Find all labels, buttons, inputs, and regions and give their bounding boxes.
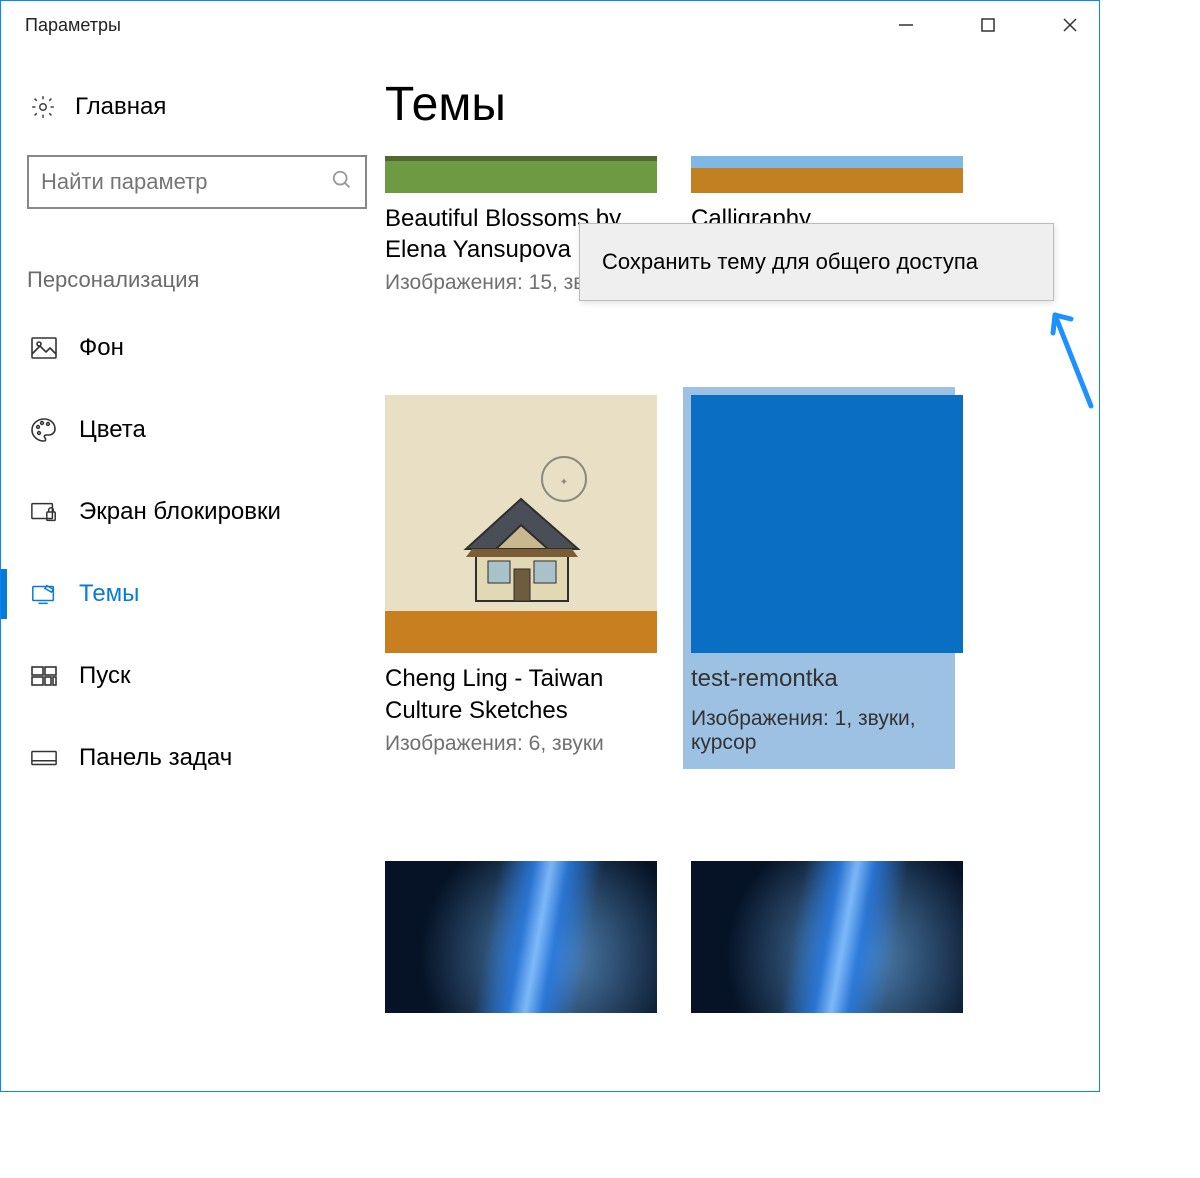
context-menu-item-save-theme[interactable]: Сохранить тему для общего доступа [602,249,978,275]
theme-card[interactable] [691,861,963,1013]
sidebar-item-themes[interactable]: Темы [1,553,379,635]
theme-card-cheng-ling[interactable]: ✦ Cheng Ling - Taiw [385,395,657,760]
sidebar-item-label: Пуск [79,662,130,690]
theme-thumbnail [385,861,657,1013]
sidebar-item-label: Фон [79,334,124,362]
sidebar-item-taskbar[interactable]: Панель задач [1,717,379,799]
sidebar-item-lockscreen[interactable]: Экран блокировки [1,471,379,553]
maximize-button[interactable] [967,9,1009,41]
search-icon [331,169,353,196]
theme-title: test-remontka [691,663,947,700]
sidebar-item-label: Панель задач [79,744,232,772]
palette-icon [29,415,59,445]
theme-thumbnail [691,156,963,193]
sidebar-item-label: Экран блокировки [79,498,281,526]
theme-card-test-remontka[interactable]: test-remontka Изображения: 1, звуки, кур… [683,387,955,768]
search-input-wrapper[interactable] [27,155,367,209]
annotation-arrow [1041,301,1101,416]
window-controls [885,9,1091,41]
theme-subtitle: Изображения: 6, звуки [385,732,657,756]
lockscreen-icon [29,497,59,527]
picture-icon [29,333,59,363]
theme-thumbnail [691,861,963,1013]
theme-thumbnail: ✦ [385,395,657,653]
sidebar-group-label: Персонализация [27,267,379,293]
theme-card[interactable] [385,861,657,1013]
close-button[interactable] [1049,9,1091,41]
sidebar-item-label: Цвета [79,416,146,444]
sidebar-item-colors[interactable]: Цвета [1,389,379,471]
sidebar-item-start[interactable]: Пуск [1,635,379,717]
svg-text:✦: ✦ [560,477,568,488]
taskbar-icon [29,743,59,773]
home-nav[interactable]: Главная [1,93,379,137]
context-menu: Сохранить тему для общего доступа [579,223,1054,301]
minimize-button[interactable] [885,9,927,41]
theme-thumbnail [385,156,657,193]
gear-icon [29,93,57,121]
sidebar-item-label: Темы [79,580,139,608]
sidebar: Главная Персонализация Фон [1,49,379,1091]
settings-window: Параметры Главная [0,0,1100,1092]
main-content: Темы Сохранить тему для общего доступа B… [379,49,1099,1091]
sidebar-item-background[interactable]: Фон [1,307,379,389]
start-icon [29,661,59,691]
search-input[interactable] [41,169,331,195]
theme-title: Cheng Ling - Taiwan Culture Sketches [385,663,657,725]
page-title: Темы [385,77,1099,132]
home-label: Главная [75,93,166,121]
titlebar: Параметры [1,1,1099,49]
theme-subtitle: Изображения: 1, звуки, курсор [691,707,947,761]
themes-icon [29,579,59,609]
theme-thumbnail [691,395,963,653]
window-title: Параметры [25,15,121,36]
